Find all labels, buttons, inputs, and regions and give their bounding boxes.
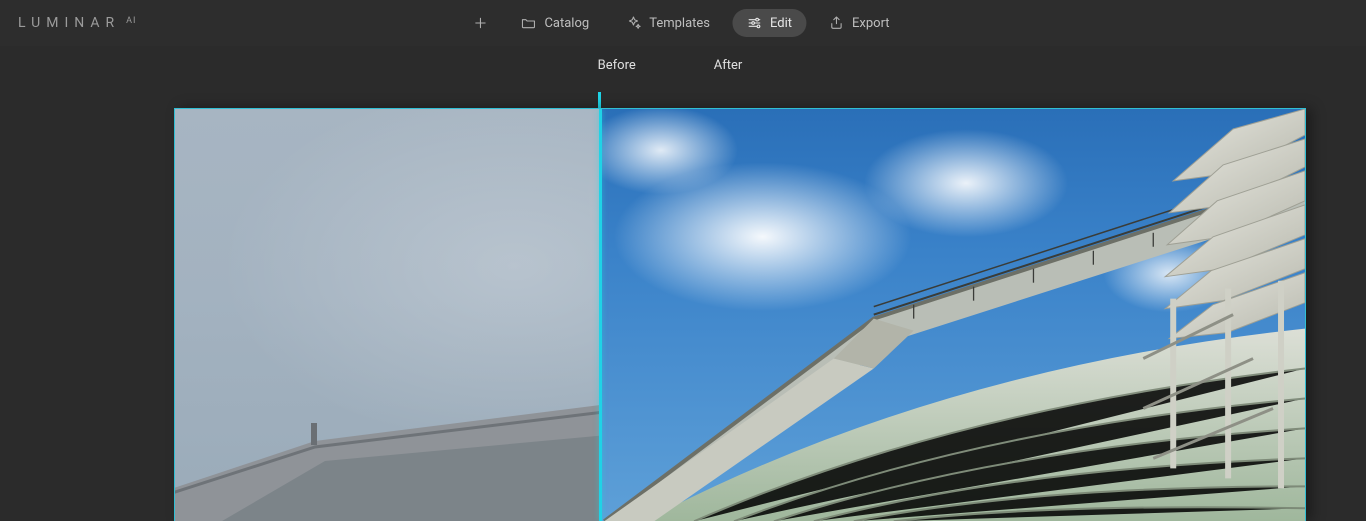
top-bar: LUMINAR AI Catalog Templates Edit: [0, 0, 1366, 46]
image-canvas[interactable]: [174, 108, 1306, 521]
nav-edit[interactable]: Edit: [732, 9, 806, 37]
brand-name: LUMINAR: [18, 15, 120, 31]
plus-icon: [472, 15, 488, 31]
main-nav: Catalog Templates Edit Export: [462, 9, 903, 37]
sliders-icon: [746, 15, 762, 31]
nav-edit-label: Edit: [770, 16, 792, 31]
nav-catalog-label: Catalog: [544, 16, 589, 31]
compare-divider[interactable]: [599, 109, 602, 521]
nav-templates[interactable]: Templates: [611, 9, 724, 37]
nav-templates-label: Templates: [649, 16, 710, 31]
brand-suffix: AI: [126, 16, 136, 26]
sparkle-icon: [625, 15, 641, 31]
compare-labels: Before After: [0, 58, 1366, 73]
workspace: Before After: [0, 46, 1366, 521]
add-button[interactable]: [462, 9, 498, 37]
nav-catalog[interactable]: Catalog: [506, 9, 603, 37]
export-icon: [828, 15, 844, 31]
folder-icon: [520, 15, 536, 31]
nav-export[interactable]: Export: [814, 9, 904, 37]
app-brand: LUMINAR AI: [18, 15, 136, 31]
before-label: Before: [598, 58, 636, 73]
after-label: After: [714, 58, 743, 73]
nav-export-label: Export: [852, 16, 890, 31]
